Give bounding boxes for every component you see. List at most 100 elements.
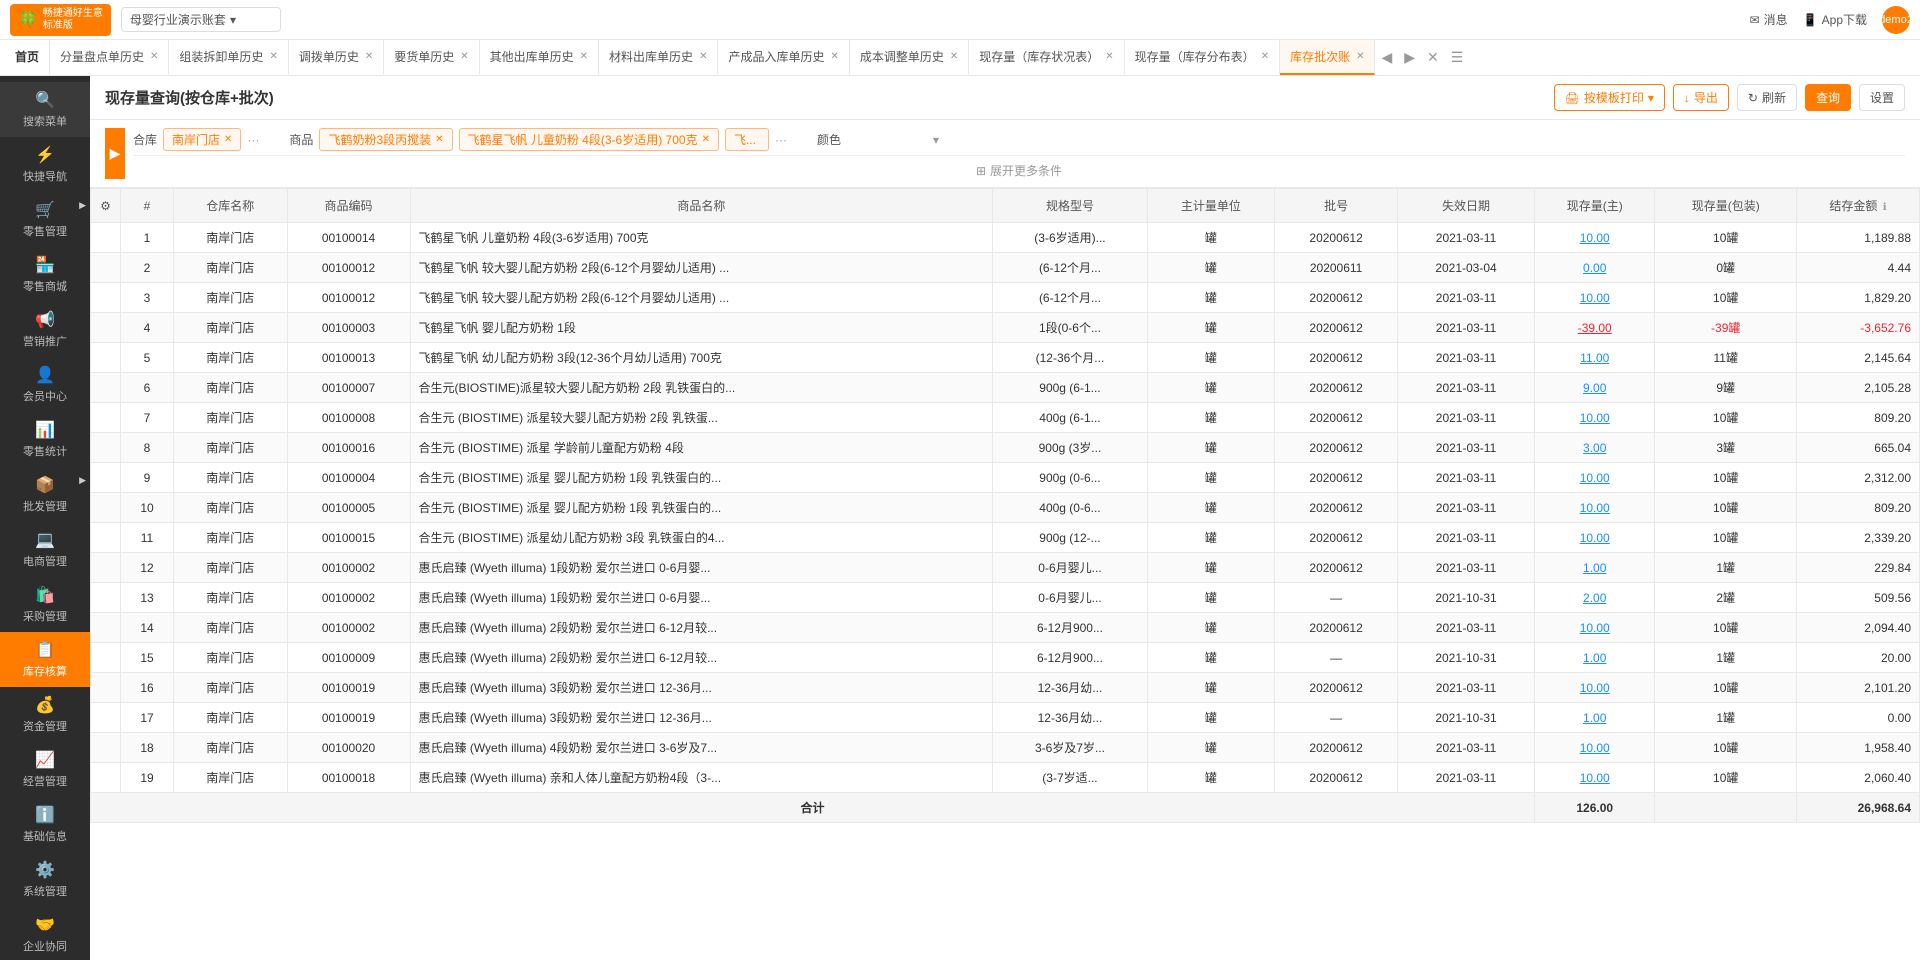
settings-btn[interactable]: 设置 <box>1859 84 1905 111</box>
sidebar-item-search[interactable]: 🔍 搜索菜单 <box>0 82 90 137</box>
td-qty-main[interactable]: 9.00 <box>1534 373 1655 403</box>
td-qty-main[interactable]: 10.00 <box>1534 523 1655 553</box>
industry-select[interactable]: 母婴行业演示账套 ▾ <box>121 7 281 32</box>
td-qty-main[interactable]: 0.00 <box>1534 253 1655 283</box>
td-qty-main[interactable]: 10.00 <box>1534 673 1655 703</box>
avatar[interactable]: demo2 <box>1882 6 1910 34</box>
td-no: 1 <box>121 223 174 253</box>
td-code: 00100019 <box>287 673 410 703</box>
close-icon[interactable]: ✕ <box>150 51 158 62</box>
td-expire: 2021-10-31 <box>1398 703 1535 733</box>
td-qty-main[interactable]: 10.00 <box>1534 493 1655 523</box>
sidebar-item-system[interactable]: ⚙️ 系统管理 <box>0 852 90 907</box>
td-qty-main[interactable]: 10.00 <box>1534 283 1655 313</box>
td-qty-main[interactable]: 10.00 <box>1534 733 1655 763</box>
tab-kucun-pici[interactable]: 库存批次账 ✕ <box>1280 40 1375 75</box>
td-qty-main[interactable]: 1.00 <box>1534 553 1655 583</box>
td-qty-main[interactable]: 10.00 <box>1534 403 1655 433</box>
td-name: 合生元(BIOSTIME)派星较大婴儿配方奶粉 2段 乳铁蛋白的... <box>410 373 993 403</box>
td-qty-main[interactable]: 1.00 <box>1534 703 1655 733</box>
close-icon[interactable]: ✕ <box>365 51 373 62</box>
export-btn[interactable]: ↓ 导出 <box>1673 84 1729 111</box>
tab-home[interactable]: 首页 <box>5 40 50 75</box>
sidebar-item-finance[interactable]: 💰 资金管理 <box>0 687 90 742</box>
close-icon[interactable]: ✕ <box>1356 51 1364 62</box>
refresh-btn[interactable]: ↻ 刷新 <box>1737 84 1797 111</box>
batch-icon: 📦 <box>35 475 55 495</box>
close-icon[interactable]: ✕ <box>1105 51 1113 62</box>
tab-xiancun2[interactable]: 现存量（库存分布表） ✕ <box>1125 40 1280 75</box>
td-name: 飞鹤星飞帆 儿童奶粉 4段(3-6岁适用) 700克 <box>410 223 993 253</box>
app-download-btn[interactable]: 📱 App下载 <box>1803 11 1867 28</box>
sidebar-item-purchase[interactable]: 🛍️ 采购管理 <box>0 577 90 632</box>
td-qty-main[interactable]: 10.00 <box>1534 613 1655 643</box>
remove-warehouse-tag[interactable]: ✕ <box>224 134 232 145</box>
td-no: 12 <box>121 553 174 583</box>
td-qty-main[interactable]: 3.00 <box>1534 433 1655 463</box>
td-qty-main[interactable]: -39.00 <box>1534 313 1655 343</box>
close-icon[interactable]: ✕ <box>580 51 588 62</box>
message-btn[interactable]: ✉ 消息 <box>1750 11 1788 28</box>
tab-zuhe[interactable]: 组装拆卸单历史 ✕ <box>169 40 288 75</box>
sidebar-item-ecommerce[interactable]: 💻 电商管理 <box>0 522 90 577</box>
tab-menu-btn[interactable]: ☰ <box>1445 49 1470 66</box>
sidebar-item-basic-info[interactable]: ℹ️ 基础信息 <box>0 797 90 852</box>
td-qty-main[interactable]: 11.00 <box>1534 343 1655 373</box>
td-name: 合生元 (BIOSTIME) 派星较大婴儿配方奶粉 2段 乳铁蛋... <box>410 403 993 433</box>
tab-yaohuo[interactable]: 要货单历史 ✕ <box>384 40 479 75</box>
sidebar-item-batch-mgmt[interactable]: 📦 批发管理 ▶ <box>0 467 90 522</box>
more-dots[interactable]: ··· <box>247 133 259 147</box>
tab-next-btn[interactable]: ▶ <box>1398 49 1421 66</box>
td-name: 惠氏启臻 (Wyeth illuma) 亲和人体儿童配方奶粉4段（3-... <box>410 763 993 793</box>
tab-fenliang[interactable]: 分量盘点单历史 ✕ <box>50 40 169 75</box>
table-row: 5南岸门店00100013飞鹤星飞帆 幼儿配方奶粉 3段(12-36个月幼儿适用… <box>91 343 1920 373</box>
tab-xiancun1[interactable]: 现存量（库存状况表） ✕ <box>969 40 1124 75</box>
td-qty-main[interactable]: 10.00 <box>1534 223 1655 253</box>
product-tag-3[interactable]: 飞... <box>725 128 769 151</box>
close-icon[interactable]: ✕ <box>699 51 707 62</box>
sidebar-item-retail-mgmt[interactable]: 🛒 零售管理 ▶ <box>0 192 90 247</box>
product-tag-1[interactable]: 飞鹤奶粉3段丙搅装 ✕ <box>319 128 452 151</box>
table-row: 11南岸门店00100015合生元 (BIOSTIME) 派星幼儿配方奶粉 3段… <box>91 523 1920 553</box>
sidebar-item-retail-mall[interactable]: 🏪 零售商城 <box>0 247 90 302</box>
td-qty-main[interactable]: 10.00 <box>1534 463 1655 493</box>
td-qty-main[interactable]: 10.00 <box>1534 763 1655 793</box>
td-checkbox <box>91 373 121 403</box>
td-qty-main[interactable]: 2.00 <box>1534 583 1655 613</box>
sidebar-item-enterprise[interactable]: 🤝 企业协同 <box>0 907 90 960</box>
td-warehouse: 南岸门店 <box>174 283 288 313</box>
tab-chanpinru[interactable]: 产成品入库单历史 ✕ <box>718 40 849 75</box>
td-qty-main[interactable]: 1.00 <box>1534 643 1655 673</box>
close-icon[interactable]: ✕ <box>460 51 468 62</box>
sidebar-item-member[interactable]: 👤 会员中心 <box>0 357 90 412</box>
close-icon[interactable]: ✕ <box>950 51 958 62</box>
close-icon[interactable]: ✕ <box>269 51 277 62</box>
sidebar-item-quicknav[interactable]: ⚡ 快捷导航 <box>0 137 90 192</box>
template-print-btn[interactable]: 🖨 按模板打印 ▾ <box>1554 84 1665 111</box>
th-settings[interactable]: ⚙ <box>91 189 121 223</box>
operation-icon: 📈 <box>35 750 55 770</box>
tab-chengben[interactable]: 成本调整单历史 ✕ <box>850 40 969 75</box>
product-more-dots[interactable]: ··· <box>775 133 787 147</box>
expand-more-btn[interactable]: ⊞ 展开更多条件 <box>133 155 1905 179</box>
td-code: 00100019 <box>287 703 410 733</box>
td-checkbox <box>91 523 121 553</box>
sidebar-item-inventory[interactable]: 📋 库存核算 <box>0 632 90 687</box>
close-icon[interactable]: ✕ <box>830 51 838 62</box>
tab-chuku[interactable]: 其他出库单历史 ✕ <box>480 40 599 75</box>
sidebar-item-operation[interactable]: 📈 经营管理 <box>0 742 90 797</box>
td-warehouse: 南岸门店 <box>174 673 288 703</box>
tab-close-btn[interactable]: ✕ <box>1421 49 1445 66</box>
tab-diaopo[interactable]: 调拨单历史 ✕ <box>289 40 384 75</box>
remove-product-tag-2[interactable]: ✕ <box>702 134 710 145</box>
close-icon[interactable]: ✕ <box>1261 51 1269 62</box>
remove-product-tag-1[interactable]: ✕ <box>435 134 443 145</box>
filter-expand-btn[interactable]: ▶ <box>105 128 125 179</box>
sidebar-item-retail-stats[interactable]: 📊 零售统计 <box>0 412 90 467</box>
tab-cailiaochu[interactable]: 材料出库单历史 ✕ <box>599 40 718 75</box>
sidebar-item-marketing[interactable]: 📢 营销推广 <box>0 302 90 357</box>
query-btn[interactable]: 查询 <box>1805 84 1851 111</box>
tab-prev-btn[interactable]: ◀ <box>1375 49 1398 66</box>
product-tag-2[interactable]: 飞鹤星飞帆 儿童奶粉 4段(3-6岁适用) 700克 ✕ <box>459 128 719 151</box>
warehouse-tag[interactable]: 南岸门店 ✕ <box>163 128 241 151</box>
